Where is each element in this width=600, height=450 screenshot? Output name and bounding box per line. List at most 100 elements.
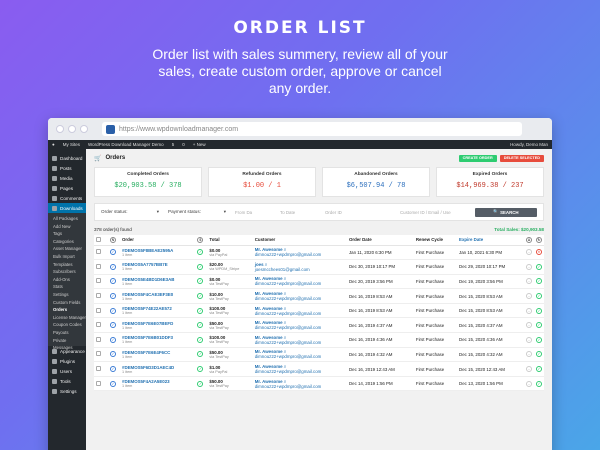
window-dot-icon[interactable] xyxy=(56,125,64,133)
customer-email[interactable]: dimnouz22+wpdmpro@gmail.com xyxy=(255,384,345,389)
customer-email[interactable]: dimnouz22+wpdmpro@gmail.com xyxy=(255,311,345,316)
customer-email[interactable]: dimnouz22+wpdmpro@gmail.com xyxy=(255,281,345,286)
customer-name-link[interactable]: Mr. Awesome xyxy=(255,379,283,384)
submenu-item[interactable]: Asset Manager xyxy=(48,245,86,253)
payment-status-select[interactable]: Payment status: ▾ xyxy=(168,209,230,215)
submenu-item[interactable]: Bulk Import xyxy=(48,253,86,261)
alert-toggle-icon[interactable]: – xyxy=(526,263,532,270)
window-dot-icon[interactable] xyxy=(68,125,76,133)
table-row[interactable]: ✓ #DEMOS5F7E6B01DDF3 1 item ✓ $100.00 via Tes… xyxy=(94,332,544,348)
approve-icon[interactable]: ✓ xyxy=(536,351,542,358)
customer-email[interactable]: dimnouz22+wpdmpro@gmail.com xyxy=(255,354,345,359)
search-button[interactable]: 🔍 SEARCH xyxy=(475,207,537,217)
approve-icon[interactable]: ✓ xyxy=(536,293,542,300)
approve-icon[interactable]: ✓ xyxy=(536,263,542,270)
submenu-item[interactable]: Templates xyxy=(48,261,86,269)
submenu-item[interactable]: Private Messages xyxy=(48,337,86,351)
cancel-icon[interactable]: ✕ xyxy=(536,249,542,256)
pending-count[interactable]: 0 xyxy=(182,142,185,147)
from-date-input[interactable]: From Da xyxy=(235,210,275,215)
alert-toggle-icon[interactable]: – xyxy=(526,278,532,285)
approve-icon[interactable]: ✓ xyxy=(536,278,542,285)
sidebar-item-dashboard[interactable]: Dashboard xyxy=(48,153,86,163)
howdy-user[interactable]: Howdy, Demo Man xyxy=(510,142,548,147)
approve-icon[interactable]: ✓ xyxy=(536,366,542,373)
my-sites-link[interactable]: My Sites xyxy=(63,142,80,147)
approve-icon[interactable]: ✓ xyxy=(536,322,542,329)
new-content-link[interactable]: + New xyxy=(193,142,206,147)
alert-toggle-icon[interactable]: – xyxy=(526,307,532,314)
row-checkbox[interactable] xyxy=(96,307,101,313)
alert-toggle-icon[interactable]: – xyxy=(526,322,532,329)
approve-icon[interactable]: ✓ xyxy=(536,336,542,343)
table-row[interactable]: ✓ #DEMOS5F4A2A5E023 1 item ✓ $50.00 via TestP… xyxy=(94,376,544,392)
alert-toggle-icon[interactable]: – xyxy=(526,249,532,256)
col-customer[interactable]: Customer xyxy=(252,235,347,246)
row-checkbox[interactable] xyxy=(96,249,101,255)
table-row[interactable]: ✓ #DEMOS5E4BD1D6E3AB 1 item ✓ $0.00 via TestP… xyxy=(94,274,544,290)
row-checkbox[interactable] xyxy=(96,366,101,372)
col-order[interactable]: Order xyxy=(120,235,196,246)
sidebar-item-comments[interactable]: Comments xyxy=(48,193,86,203)
customer-email[interactable]: dimnouz22+wpdmpro@gmail.com xyxy=(255,340,345,345)
alert-toggle-icon[interactable]: – xyxy=(526,351,532,358)
table-row[interactable]: ✓ #DEMOS5F4CAE3EF3E0 1 item ✓ $10.00 via Test… xyxy=(94,288,544,304)
to-date-input[interactable]: To Date xyxy=(280,210,320,215)
delete-selected-button[interactable]: DELETE SELECTED xyxy=(499,154,544,162)
sidebar-item-tools[interactable]: Tools xyxy=(48,376,86,386)
submenu-item[interactable]: License Manager xyxy=(48,314,86,322)
submenu-item[interactable]: Subscribers xyxy=(48,268,86,276)
table-row[interactable]: ✓ #DEMOS5A7757BB7E 1 item ✓ $20.00 via WPDM_S… xyxy=(94,259,544,275)
sidebar-item-users[interactable]: Users xyxy=(48,366,86,376)
search-icon[interactable]: ⌕ xyxy=(284,306,286,311)
submenu-item[interactable]: Custom Fields xyxy=(48,299,86,307)
row-checkbox[interactable] xyxy=(96,336,101,342)
address-bar[interactable]: https://www.wpdownloadmanager.com xyxy=(102,122,522,136)
col-order-date[interactable]: Order Date xyxy=(346,235,414,246)
row-checkbox[interactable] xyxy=(96,278,101,284)
order-id-input[interactable]: Order ID xyxy=(325,210,395,215)
row-checkbox[interactable] xyxy=(96,293,101,299)
col-total[interactable]: Total xyxy=(207,235,253,246)
customer-input[interactable]: Customer ID / Email / Use xyxy=(400,210,470,215)
customer-email[interactable]: dimnouz22+wpdmpro@gmail.com xyxy=(255,252,345,257)
table-row[interactable]: ✓ #DEMOS5F8BEAE2595A 1 item ✓ $0.00 via PayPa… xyxy=(94,245,544,261)
col-renew-cycle[interactable]: Renew Cycle xyxy=(413,235,458,246)
sidebar-item-downloads[interactable]: Downloads xyxy=(48,203,86,213)
table-row[interactable]: ✓ #DEMOS5F6D3D1AEC4D 1 item ✓ $1.00 via PayPa… xyxy=(94,361,544,377)
site-name-link[interactable]: WordPress Download Manager Demo xyxy=(88,142,164,147)
alert-toggle-icon[interactable]: – xyxy=(526,380,532,387)
submenu-item[interactable]: Orders xyxy=(48,306,86,314)
row-checkbox[interactable] xyxy=(96,380,101,386)
approve-icon[interactable]: ✓ xyxy=(536,307,542,314)
submenu-item[interactable]: Settings xyxy=(48,291,86,299)
submenu-item[interactable]: Tags xyxy=(48,230,86,238)
alert-toggle-icon[interactable]: – xyxy=(526,293,532,300)
customer-email[interactable]: dimnouz22+wpdmpro@gmail.com xyxy=(255,369,345,374)
sidebar-item-plugins[interactable]: Plugins xyxy=(48,356,86,366)
row-checkbox[interactable] xyxy=(96,263,101,269)
customer-email[interactable]: dimnouz22+wpdmpro@gmail.com xyxy=(255,296,345,301)
submenu-item[interactable]: Add New xyxy=(48,223,86,231)
submenu-item[interactable]: All Packages xyxy=(48,215,86,223)
window-dot-icon[interactable] xyxy=(80,125,88,133)
customer-email[interactable]: dimnouz22+wpdmpro@gmail.com xyxy=(255,325,345,330)
table-row[interactable]: ✓ #DEMOS5F74E22AE572 1 item ✓ $100.00 via Tes… xyxy=(94,303,544,319)
customer-name-link[interactable]: Mr. Awesome xyxy=(255,306,283,311)
table-row[interactable]: ✓ #DEMOS5F7E6E07BEFD 1 item ✓ $50.00 via Test… xyxy=(94,317,544,334)
sidebar-item-settings[interactable]: Settings xyxy=(48,386,86,396)
row-checkbox[interactable] xyxy=(96,322,101,328)
wordpress-icon[interactable]: ● xyxy=(52,142,55,147)
order-status-select[interactable]: Order status: ▾ xyxy=(101,209,163,215)
alert-toggle-icon[interactable]: – xyxy=(526,366,532,373)
alert-toggle-icon[interactable]: – xyxy=(526,336,532,343)
sidebar-item-posts[interactable]: Posts xyxy=(48,163,86,173)
comments-count[interactable]: 5 xyxy=(172,142,175,147)
search-icon[interactable]: ⌕ xyxy=(284,379,286,384)
submenu-item[interactable]: Add-Ons xyxy=(48,276,86,284)
create-order-button[interactable]: CREATE ORDER xyxy=(458,154,497,162)
sidebar-item-pages[interactable]: Pages xyxy=(48,183,86,193)
row-checkbox[interactable] xyxy=(96,351,101,357)
customer-email[interactable]: joesmcchees01@gmail.com xyxy=(255,267,345,272)
submenu-item[interactable]: Stats xyxy=(48,283,86,291)
